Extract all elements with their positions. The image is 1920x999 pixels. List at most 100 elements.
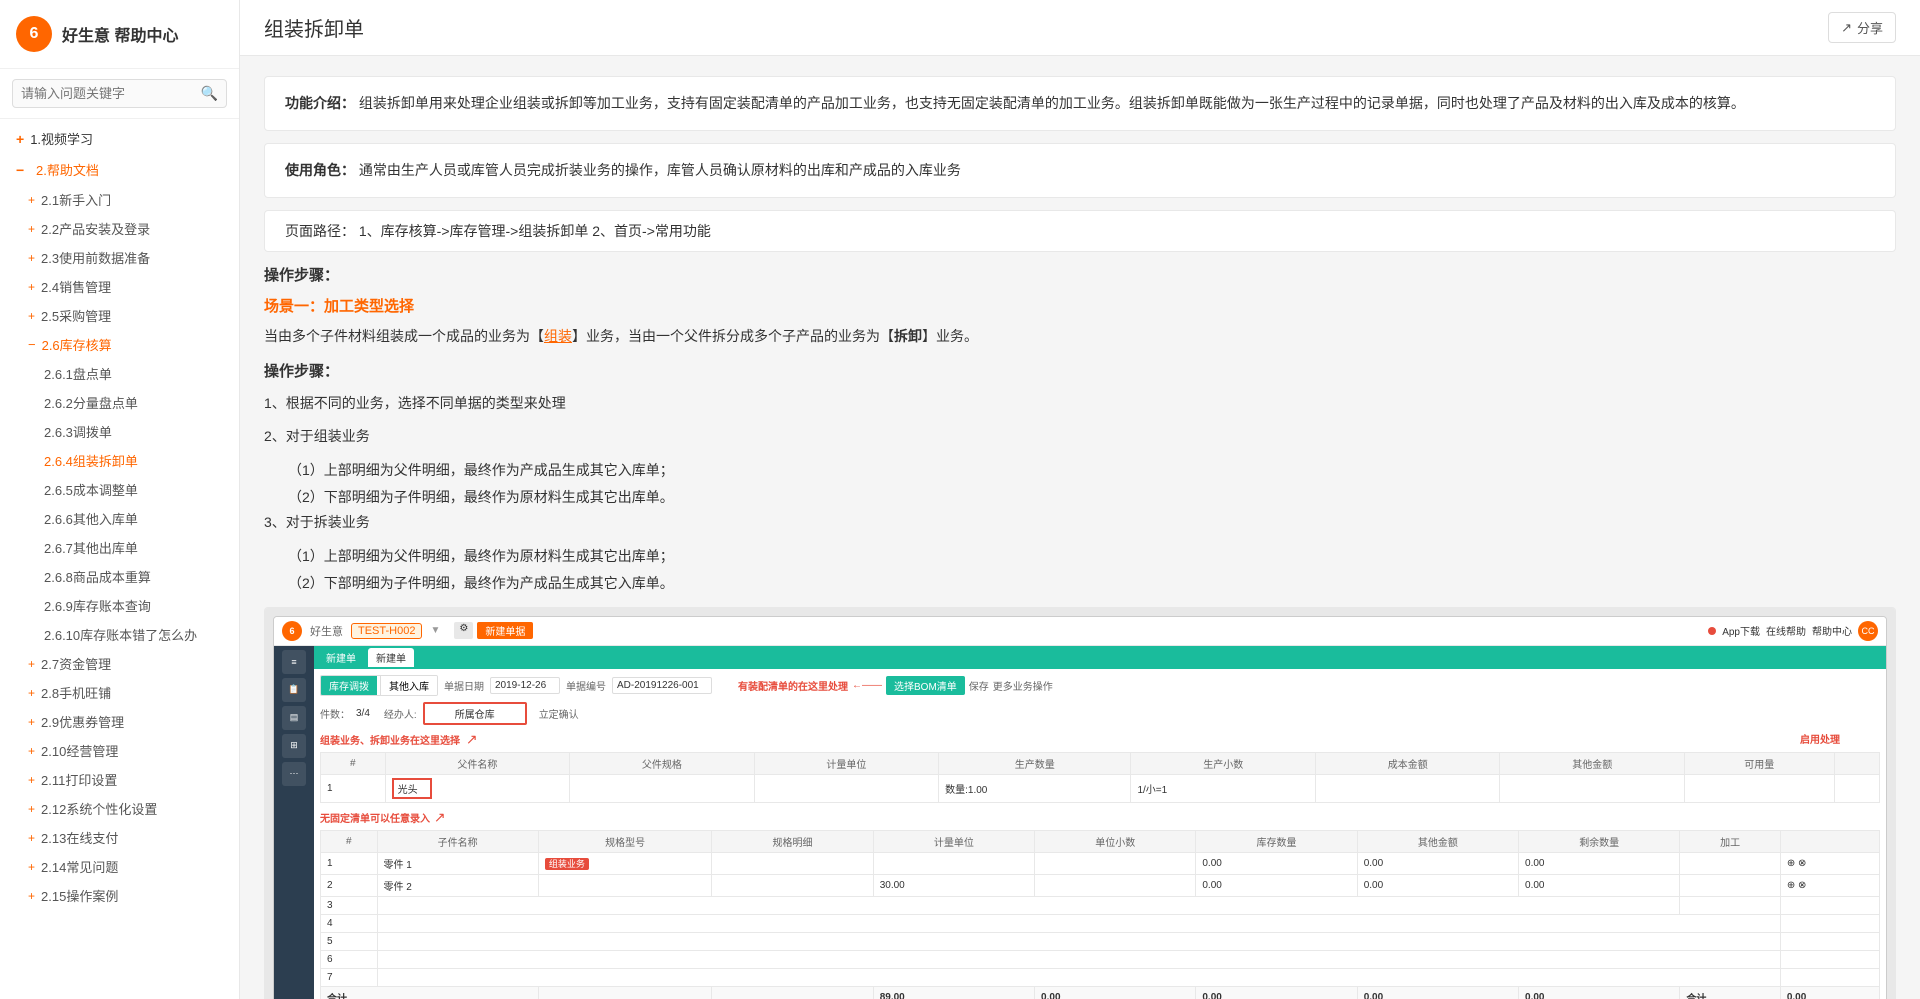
sidebar-item-2-15[interactable]: + 2.15操作案例 xyxy=(0,881,239,910)
mock-refresh-btn[interactable]: ⚙ xyxy=(454,622,473,639)
disassemble-text: 拆卸 xyxy=(894,328,922,344)
sidebar-item-2-6-6[interactable]: 2.6.6其他入库单 xyxy=(0,504,239,533)
step-2-1: （1）上部明细为父件明细，最终作为产成品生成其它入库单； xyxy=(288,457,1896,484)
sidebar-item-2-7[interactable]: + 2.7资金管理 xyxy=(0,649,239,678)
mock-bth-spec-detail: 规格明细 xyxy=(712,830,873,852)
mock-bom-btn[interactable]: 选择BOM清单 xyxy=(886,676,965,695)
mock-bfoot-6: 0.00 xyxy=(1357,986,1518,999)
scene1-desc: 当由多个子件材料组装成一个成品的业务为【组装】业务，当由一个父件拆分成多个子产品… xyxy=(264,324,1896,349)
mock-top-table: # 父件名称 父件规格 计量单位 生产数量 生产小数 成本金额 xyxy=(320,752,1880,803)
mock-top-td-1-cost xyxy=(1315,774,1500,802)
link-assemble[interactable]: 组装 xyxy=(544,328,572,344)
mock-number-input[interactable]: AD-20191226-001 xyxy=(612,677,712,694)
sidebar-item-2-6-5[interactable]: 2.6.5成本调整单 xyxy=(0,475,239,504)
expand-icon-2-3: + xyxy=(28,251,35,265)
sidebar-item-2-3[interactable]: + 2.3使用前数据准备 xyxy=(0,243,239,272)
main-content: 功能介绍： 组装拆卸单用来处理企业组装或拆卸等加工业务，支持有固定装配清单的产品… xyxy=(240,56,1920,999)
mock-th-other: 其他金额 xyxy=(1500,752,1685,774)
sidebar-item-2-6-1[interactable]: 2.6.1盘点单 xyxy=(0,359,239,388)
sidebar-item-2-6-4[interactable]: 2.6.4组装拆卸单 xyxy=(0,446,239,475)
sidebar-item-2[interactable]: − 2.帮助文档 xyxy=(0,154,239,185)
mock-parent-name-input[interactable]: 光头 xyxy=(392,778,432,799)
mock-number-label: 单据编号 xyxy=(566,678,606,693)
sidebar-item-2-1[interactable]: + 2.1新手入门 xyxy=(0,185,239,214)
mock-btd-2-ops: ⊕ ⊗ xyxy=(1780,874,1879,896)
mock-top-table-header-row: # 父件名称 父件规格 计量单位 生产数量 生产小数 成本金额 xyxy=(321,752,1880,774)
sidebar-item-2-14[interactable]: + 2.14常见问题 xyxy=(0,852,239,881)
mock-btd-5-ops xyxy=(1780,932,1879,950)
mock-ann2-arrow: ↗ xyxy=(466,731,478,747)
scene1-title: 场景一：加工类型选择 xyxy=(264,295,1896,316)
sidebar-item-2-12[interactable]: + 2.12系统个性化设置 xyxy=(0,794,239,823)
mock-bth-seq: # xyxy=(321,830,378,852)
mock-new-btn[interactable]: 新建单据 xyxy=(477,622,533,639)
mock-ann4-arrow: ↗ xyxy=(434,809,446,825)
mock-left-icon-4: ⊞ xyxy=(282,734,306,758)
sidebar-item-2-6[interactable]: − 2.6库存核算 xyxy=(0,330,239,359)
mock-type-btn-1[interactable]: 库存调拨 xyxy=(321,676,377,695)
mock-btd-1-spec: 组装业务 xyxy=(538,852,712,874)
mock-th-parent-name: 父件名称 xyxy=(385,752,570,774)
mock-confirm-btn[interactable]: 立定确认 xyxy=(539,706,579,721)
mock-tab-1[interactable]: 新建单 xyxy=(318,648,364,667)
mock-ann4-text: 无固定清单可以任意录入 xyxy=(320,814,430,825)
sidebar-item-2-9[interactable]: + 2.9优惠券管理 xyxy=(0,707,239,736)
screenshot-container: 6 好生意 TEST-H002 ▼ ⚙ 新建单据 xyxy=(264,607,1896,999)
sidebar-item-2-6-8[interactable]: 2.6.8商品成本重算 xyxy=(0,562,239,591)
mock-bth-other: 其他金额 xyxy=(1357,830,1518,852)
sidebar-item-2-8[interactable]: + 2.8手机旺铺 xyxy=(0,678,239,707)
sidebar-item-2-2[interactable]: + 2.2产品安装及登录 xyxy=(0,214,239,243)
mock-date-input[interactable]: 2019-12-26 xyxy=(490,677,560,694)
mock-top-td-1-qty: 数量:1.00 xyxy=(939,774,1131,802)
mock-tab-2[interactable]: 新建单 xyxy=(368,648,414,667)
search-input[interactable] xyxy=(21,86,201,101)
main-area: 组装拆卸单 ↗ 分享 功能介绍： 组装拆卸单用来处理企业组装或拆卸等加工业务，支… xyxy=(240,0,1920,999)
mock-apps-label: App下载 xyxy=(1722,623,1760,638)
mock-save-label: 保存 xyxy=(969,678,989,693)
sidebar-item-2-6-7[interactable]: 2.6.7其他出库单 xyxy=(0,533,239,562)
mock-top-td-1-seq: 1 xyxy=(321,774,386,802)
share-button[interactable]: ↗ 分享 xyxy=(1828,12,1896,43)
sidebar-item-2-6-2[interactable]: 2.6.2分量盘点单 xyxy=(0,388,239,417)
sidebar-item-2-4[interactable]: + 2.4销售管理 xyxy=(0,272,239,301)
sidebar-item-2-10[interactable]: + 2.10经营管理 xyxy=(0,736,239,765)
sidebar-item-2-6-9[interactable]: 2.6.9库存账本查询 xyxy=(0,591,239,620)
mock-th-parent-spec: 父件规格 xyxy=(570,752,755,774)
sidebar-item-2-13[interactable]: + 2.13在线支付 xyxy=(0,823,239,852)
sidebar-item-2-5[interactable]: + 2.5采购管理 xyxy=(0,301,239,330)
mock-th-cost: 成本金额 xyxy=(1315,752,1500,774)
mock-btd-3-seq: 3 xyxy=(321,896,378,914)
mock-btd-1-sub xyxy=(1035,852,1196,874)
mock-btd-1-remain: 0.00 xyxy=(1519,852,1680,874)
mock-type-btn-2[interactable]: 其他入库 xyxy=(380,676,437,695)
sidebar-item-1[interactable]: + 1.视频学习 xyxy=(0,123,239,154)
mock-btd-1-stock: 0.00 xyxy=(1196,852,1357,874)
sidebar-item-2-6-3[interactable]: 2.6.3调拨单 xyxy=(0,417,239,446)
mock-operator-input[interactable]: 所属仓库 xyxy=(423,702,527,725)
mock-btd-1-other: 0.00 xyxy=(1357,852,1518,874)
ops-section: 操作步骤： 场景一：加工类型选择 当由多个子件材料组装成一个成品的业务为【组装】… xyxy=(264,264,1896,999)
mock-bth-unit: 计量单位 xyxy=(873,830,1034,852)
mock-bottom-table-header-row: # 子件名称 规格型号 规格明细 计量单位 单位小数 库存数量 xyxy=(321,830,1880,852)
mock-bfoot-label: 合计 xyxy=(321,986,539,999)
mock-ann1-arrow: ←—— xyxy=(852,680,882,691)
mock-ann2-text: 组装业务、拆卸业务在这里选择 xyxy=(320,736,460,747)
mock-type-buttons: 库存调拨 其他入库 xyxy=(320,675,438,696)
mock-bottom-row-1: 1 零件 1 组装业务 0.00 0.00 xyxy=(321,852,1880,874)
step-3: 3、对于拆装业务 xyxy=(264,510,1896,535)
mock-btd-5-empty xyxy=(377,932,1780,950)
mock-titlebar: 6 好生意 TEST-H002 ▼ ⚙ 新建单据 xyxy=(274,617,1886,646)
mock-btd-3-empty xyxy=(377,896,1680,914)
ops-steps: 操作步骤： 1、根据不同的业务，选择不同单据的类型来处理 2、对于组装业务 （1… xyxy=(264,360,1896,597)
mock-avatar: CC xyxy=(1858,621,1878,641)
role-intro-text: 通常由生产人员或库管人员完成折装业务的操作，库管人员确认原材料的出库和产成品的入… xyxy=(359,162,961,178)
mock-bth-spec: 规格型号 xyxy=(538,830,712,852)
mock-ann4-area: 无固定清单可以任意录入 ↗ xyxy=(320,809,1880,826)
search-icon[interactable]: 🔍 xyxy=(201,85,218,102)
mock-bfoot-9: 0.00 xyxy=(1780,986,1879,999)
mock-operator-label: 经办人: xyxy=(384,706,417,721)
feature-intro-section: 功能介绍： 组装拆卸单用来处理企业组装或拆卸等加工业务，支持有固定装配清单的产品… xyxy=(264,76,1896,131)
sidebar-item-2-11[interactable]: + 2.11打印设置 xyxy=(0,765,239,794)
sidebar-item-2-6-10[interactable]: 2.6.10库存账本错了怎么办 xyxy=(0,620,239,649)
search-wrap[interactable]: 🔍 xyxy=(12,79,227,108)
